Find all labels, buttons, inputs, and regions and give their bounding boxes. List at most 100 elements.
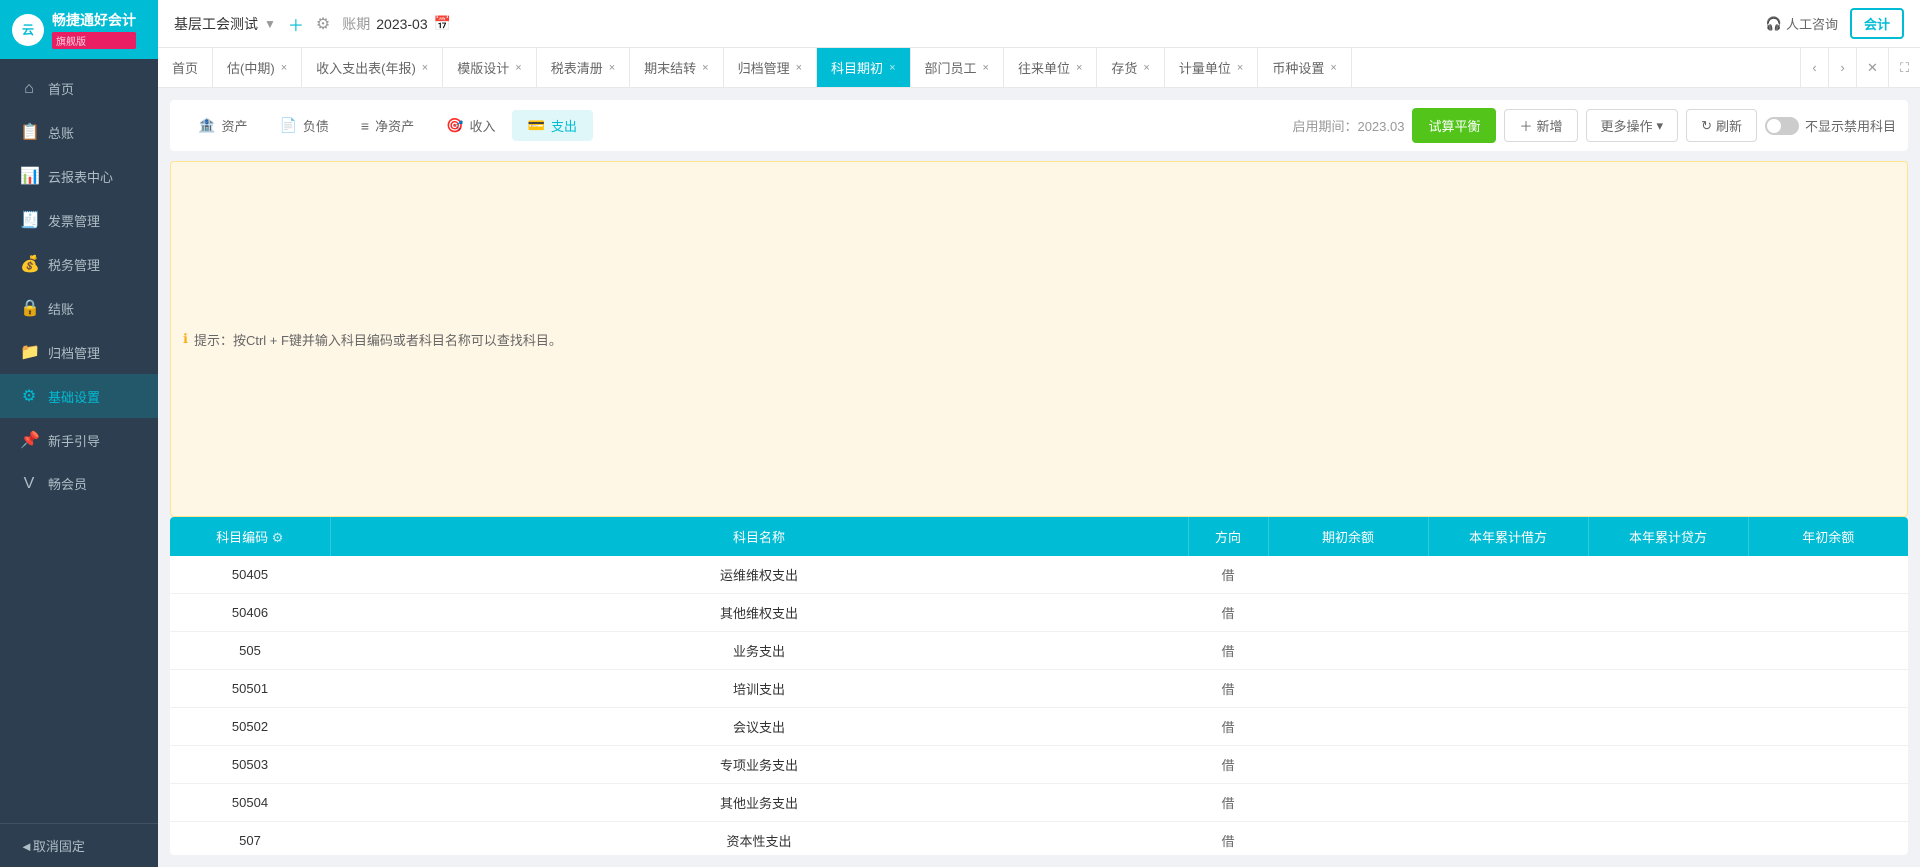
tab-unit-measure-close[interactable]: × <box>1237 62 1243 74</box>
table-row[interactable]: 50503 专项业务支出 借 <box>170 746 1908 784</box>
subtab-income[interactable]: 🎯 收入 <box>430 110 511 141</box>
toggle-knob <box>1767 119 1781 133</box>
calc-balance-button[interactable]: 试算平衡 <box>1412 108 1496 143</box>
sidebar-pin-toggle[interactable]: ◄取消固定 <box>0 823 158 867</box>
sidebar-item-tax[interactable]: 💰 税务管理 <box>0 242 158 286</box>
more-ops-button[interactable]: 更多操作 ▾ <box>1586 109 1679 142</box>
tab-units-close[interactable]: × <box>1076 62 1082 74</box>
calendar-icon[interactable]: 📅 <box>434 15 451 32</box>
headset-icon: 🎧 <box>1766 16 1782 32</box>
hint-bar: ℹ 提示：按Ctrl + F键并输入科目编码或者科目名称可以查找科目。 <box>170 161 1908 517</box>
cell-ytd-balance <box>1748 670 1908 708</box>
tab-annual-close[interactable]: × <box>422 62 428 74</box>
company-dropdown-icon[interactable]: ▼ <box>264 17 276 31</box>
table-row[interactable]: 50501 培训支出 借 <box>170 670 1908 708</box>
tab-annual-label: 收入支出表(年报) <box>316 58 416 77</box>
sidebar-item-settings-label: 基础设置 <box>48 387 100 406</box>
subtab-liability-label: 负债 <box>303 116 329 135</box>
tabbar-prev-button[interactable]: ‹ <box>1800 48 1828 88</box>
add-company-button[interactable]: ＋ <box>288 12 304 36</box>
sidebar-item-ledger-label: 总账 <box>48 123 74 142</box>
asset-icon: 🏦 <box>198 117 215 134</box>
app-logo: 云 畅捷通好会计 旗舰版 <box>0 0 158 59</box>
cell-opening-balance <box>1268 822 1428 856</box>
sidebar-item-home[interactable]: ⌂ 首页 <box>0 67 158 110</box>
data-table-wrap: 科目编码 ⚙ 科目名称 方向 期初余额 本年累计借方 本年累计贷方 年初余额 <box>170 517 1908 855</box>
tabbar-close-button[interactable]: ✕ <box>1856 48 1888 88</box>
table-row[interactable]: 50406 其他维权支出 借 <box>170 594 1908 632</box>
subtab-expense[interactable]: 💳 支出 <box>512 110 593 141</box>
tab-currency-close[interactable]: × <box>1330 62 1336 74</box>
subtab-asset[interactable]: 🏦 资产 <box>182 110 263 141</box>
tab-currency[interactable]: 币种设置 × <box>1258 48 1351 88</box>
tab-period-end[interactable]: 期末结转 × <box>630 48 723 88</box>
topbar-settings-icon[interactable]: ⚙ <box>316 14 330 34</box>
user-role-button[interactable]: 会计 <box>1850 8 1904 39</box>
tab-subject-init-close[interactable]: × <box>889 62 895 74</box>
support-button[interactable]: 🎧 人工咨询 <box>1766 14 1838 33</box>
period-label: 账期 <box>342 14 370 34</box>
tab-unit-measure[interactable]: 计量单位 × <box>1165 48 1258 88</box>
tab-archive[interactable]: 归档管理 × <box>724 48 817 88</box>
home-icon: ⌂ <box>20 80 38 98</box>
col-header-ytd-debit: 本年累计借方 <box>1428 517 1588 556</box>
subtab-net-asset[interactable]: ≡ 净资产 <box>345 110 430 141</box>
col-code-settings-icon[interactable]: ⚙ <box>272 530 284 545</box>
refresh-button[interactable]: ↻ 刷新 <box>1686 109 1757 142</box>
tab-dept-close[interactable]: × <box>983 62 989 74</box>
add-button[interactable]: ＋ 新增 <box>1504 109 1577 142</box>
tab-stock-close[interactable]: × <box>1143 62 1149 74</box>
cell-name: 资本性支出 <box>330 822 1188 856</box>
tab-mid[interactable]: 估(中期) × <box>213 48 302 88</box>
company-selector[interactable]: 基层工会测试 ▼ <box>174 14 276 34</box>
period-display: 启用期间：2023.03 试算平衡 ＋ 新增 更多操作 ▾ ↻ 刷新 <box>1292 108 1896 143</box>
tab-units[interactable]: 往来单位 × <box>1004 48 1097 88</box>
sidebar-item-invoice[interactable]: 🧾 发票管理 <box>0 198 158 242</box>
cell-code: 50406 <box>170 594 330 632</box>
cell-ytd-balance <box>1748 784 1908 822</box>
sidebar-item-archive[interactable]: 📁 归档管理 <box>0 330 158 374</box>
company-name: 基层工会测试 <box>174 14 258 34</box>
sidebar-item-ledger[interactable]: 📋 总账 <box>0 110 158 154</box>
tab-tax[interactable]: 税表清册 × <box>537 48 630 88</box>
cell-ytd-debit <box>1428 594 1588 632</box>
tab-template[interactable]: 模版设计 × <box>443 48 536 88</box>
table-row[interactable]: 50502 会议支出 借 <box>170 708 1908 746</box>
tab-annual[interactable]: 收入支出表(年报) × <box>302 48 443 88</box>
table-row[interactable]: 50405 运维维权支出 借 <box>170 556 1908 594</box>
net-asset-icon: ≡ <box>361 118 369 134</box>
disable-subject-toggle[interactable] <box>1765 117 1799 135</box>
sidebar-item-settings[interactable]: ⚙ 基础设置 <box>0 374 158 418</box>
table-row[interactable]: 505 业务支出 借 <box>170 632 1908 670</box>
tab-archive-close[interactable]: × <box>796 62 802 74</box>
tab-tax-close[interactable]: × <box>609 62 615 74</box>
col-header-direction: 方向 <box>1188 517 1268 556</box>
member-icon: V <box>20 475 38 493</box>
tab-dept[interactable]: 部门员工 × <box>911 48 1004 88</box>
period-selector[interactable]: 账期 2023-03 📅 <box>342 14 451 34</box>
tab-mid-close[interactable]: × <box>281 62 287 74</box>
more-ops-label: 更多操作 <box>1601 116 1653 135</box>
cell-ytd-balance <box>1748 746 1908 784</box>
sidebar-item-member[interactable]: V 畅会员 <box>0 462 158 505</box>
subtab-liability[interactable]: 📄 负债 <box>263 110 344 141</box>
tab-period-end-close[interactable]: × <box>702 62 708 74</box>
tab-home[interactable]: 首页 <box>158 48 213 88</box>
sidebar-item-close[interactable]: 🔒 结账 <box>0 286 158 330</box>
tab-subject-init[interactable]: 科目期初 × <box>817 48 910 88</box>
table-row[interactable]: 507 资本性支出 借 <box>170 822 1908 856</box>
tabbar-expand-button[interactable]: ⛶ <box>1888 48 1920 88</box>
tabbar-next-button[interactable]: › <box>1828 48 1856 88</box>
tab-period-end-label: 期末结转 <box>644 58 696 77</box>
sidebar-item-guide[interactable]: 📌 新手引导 <box>0 418 158 462</box>
tab-stock[interactable]: 存货 × <box>1097 48 1164 88</box>
cell-ytd-credit <box>1588 746 1748 784</box>
cell-name: 培训支出 <box>330 670 1188 708</box>
table-container[interactable]: 科目编码 ⚙ 科目名称 方向 期初余额 本年累计借方 本年累计贷方 年初余额 <box>170 517 1908 855</box>
tab-template-close[interactable]: × <box>515 62 521 74</box>
sidebar-item-report[interactable]: 📊 云报表中心 <box>0 154 158 198</box>
table-row[interactable]: 50504 其他业务支出 借 <box>170 784 1908 822</box>
close-account-icon: 🔒 <box>20 298 38 318</box>
cell-name: 其他维权支出 <box>330 594 1188 632</box>
tax-icon: 💰 <box>20 254 38 274</box>
